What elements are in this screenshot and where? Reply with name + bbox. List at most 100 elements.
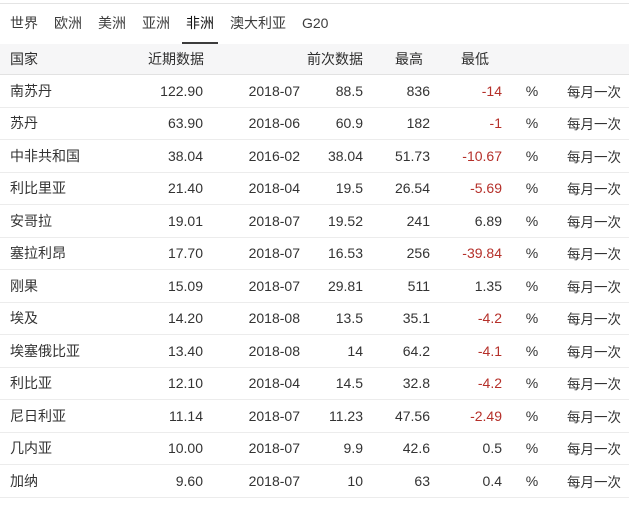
frequency-label: 每月一次 bbox=[567, 474, 621, 490]
lowest-value: -5.69 bbox=[470, 180, 502, 197]
table-row[interactable]: 利比亚 12.10 2018-04 14.5 32.8 -4.2 % 每月一次 bbox=[0, 367, 629, 400]
region-tab-0[interactable]: 世界 bbox=[6, 4, 42, 44]
table-row[interactable]: 中非共和国 38.04 2016-02 38.04 51.73 -10.67 %… bbox=[0, 140, 629, 173]
table-row[interactable]: 刚果 15.09 2018-07 29.81 511 1.35 % 每月一次 bbox=[0, 270, 629, 303]
recent-value: 9.60 bbox=[175, 472, 203, 489]
table-row[interactable]: 埃及 14.20 2018-08 13.5 35.1 -4.2 % 每月一次 bbox=[0, 302, 629, 335]
previous-value: 16.53 bbox=[327, 245, 363, 262]
country-link[interactable]: 利比亚 bbox=[0, 373, 148, 393]
country-link[interactable]: 埃塞俄比亚 bbox=[0, 341, 148, 361]
unit-label: % bbox=[525, 342, 539, 359]
table-row[interactable]: 塞拉利昂 17.70 2018-07 16.53 256 -39.84 % 每月… bbox=[0, 237, 629, 270]
region-tab-4[interactable]: 非洲 bbox=[182, 4, 218, 44]
reference-date: 2016-02 bbox=[248, 147, 300, 164]
reference-date: 2018-07 bbox=[248, 440, 300, 457]
country-link[interactable]: 埃及 bbox=[0, 308, 148, 328]
frequency-label: 每月一次 bbox=[567, 377, 621, 393]
unit-label: % bbox=[525, 310, 539, 327]
frequency-label: 每月一次 bbox=[567, 117, 621, 133]
highest-value: 511 bbox=[407, 277, 430, 294]
region-tab-2[interactable]: 美洲 bbox=[94, 4, 130, 44]
reference-date: 2018-07 bbox=[248, 212, 300, 229]
recent-value: 11.14 bbox=[169, 407, 203, 424]
lowest-value: 6.89 bbox=[474, 212, 502, 229]
region-tab-3[interactable]: 亚洲 bbox=[138, 4, 174, 44]
highest-value: 42.6 bbox=[402, 440, 430, 457]
lowest-value: -2.49 bbox=[470, 407, 502, 424]
reference-date: 2018-07 bbox=[248, 407, 300, 424]
country-link[interactable]: 南苏丹 bbox=[0, 81, 148, 101]
country-link[interactable]: 塞拉利昂 bbox=[0, 243, 148, 263]
highest-value: 47.56 bbox=[394, 407, 430, 424]
frequency-label: 每月一次 bbox=[567, 84, 621, 100]
header-highest: 最高 bbox=[395, 51, 423, 67]
recent-value: 15.09 bbox=[167, 277, 203, 294]
region-tab-label: 欧洲 bbox=[54, 15, 82, 31]
previous-value: 19.5 bbox=[335, 180, 363, 197]
reference-date: 2018-08 bbox=[248, 310, 300, 327]
frequency-label: 每月一次 bbox=[567, 279, 621, 295]
reference-date: 2018-04 bbox=[248, 180, 300, 197]
economic-indicators-page: 世界 欧洲 美洲 亚洲 非洲 澳大利亚 G20 国家 近期数据 前次数据 最高 … bbox=[0, 0, 629, 506]
region-tab-6[interactable]: G20 bbox=[298, 4, 332, 44]
reference-date: 2018-07 bbox=[248, 277, 300, 294]
table-row[interactable]: 埃塞俄比亚 13.40 2018-08 14 64.2 -4.1 % 每月一次 bbox=[0, 335, 629, 368]
table-row[interactable]: 尼日利亚 11.14 2018-07 11.23 47.56 -2.49 % 每… bbox=[0, 400, 629, 433]
previous-value: 13.5 bbox=[335, 310, 363, 327]
table-row[interactable]: 苏丹 63.90 2018-06 60.9 182 -1 % 每月一次 bbox=[0, 107, 629, 140]
country-link[interactable]: 加纳 bbox=[0, 471, 148, 491]
region-tab-1[interactable]: 欧洲 bbox=[50, 4, 86, 44]
recent-value: 63.90 bbox=[167, 115, 203, 132]
previous-value: 10 bbox=[347, 472, 363, 489]
highest-value: 63 bbox=[414, 472, 430, 489]
unit-label: % bbox=[525, 407, 539, 424]
header-recent: 近期数据 bbox=[148, 51, 204, 67]
header-country: 国家 bbox=[10, 51, 38, 67]
highest-value: 35.1 bbox=[402, 310, 430, 327]
frequency-label: 每月一次 bbox=[567, 182, 621, 198]
unit-label: % bbox=[525, 375, 539, 392]
reference-date: 2018-08 bbox=[248, 342, 300, 359]
table-row[interactable]: 加纳 9.60 2018-07 10 63 0.4 % 每月一次 bbox=[0, 465, 629, 498]
highest-value: 241 bbox=[406, 212, 430, 229]
frequency-label: 每月一次 bbox=[567, 312, 621, 328]
country-link[interactable]: 安哥拉 bbox=[0, 211, 148, 231]
country-link[interactable]: 利比里亚 bbox=[0, 178, 148, 198]
unit-label: % bbox=[525, 277, 539, 294]
highest-value: 51.73 bbox=[394, 147, 430, 164]
recent-value: 17.70 bbox=[167, 245, 203, 262]
header-lowest: 最低 bbox=[461, 51, 489, 67]
region-tab-label: 非洲 bbox=[186, 15, 214, 31]
previous-value: 14.5 bbox=[335, 375, 363, 392]
recent-value: 38.04 bbox=[167, 147, 203, 164]
country-link[interactable]: 几内亚 bbox=[0, 438, 148, 458]
table-row[interactable]: 利比里亚 21.40 2018-04 19.5 26.54 -5.69 % 每月… bbox=[0, 172, 629, 205]
country-link[interactable]: 尼日利亚 bbox=[0, 406, 148, 426]
frequency-label: 每月一次 bbox=[567, 442, 621, 458]
recent-value: 122.90 bbox=[160, 82, 203, 99]
highest-value: 836 bbox=[406, 82, 430, 99]
reference-date: 2018-04 bbox=[248, 375, 300, 392]
lowest-value: -10.67 bbox=[462, 147, 502, 164]
recent-value: 13.40 bbox=[167, 342, 203, 359]
region-tab-label: 世界 bbox=[10, 15, 38, 31]
unit-label: % bbox=[525, 212, 539, 229]
region-tabs: 世界 欧洲 美洲 亚洲 非洲 澳大利亚 G20 bbox=[0, 4, 629, 44]
reference-date: 2018-07 bbox=[248, 82, 300, 99]
country-link[interactable]: 刚果 bbox=[0, 276, 148, 296]
country-link[interactable]: 中非共和国 bbox=[0, 146, 148, 166]
unit-label: % bbox=[525, 82, 539, 99]
reference-date: 2018-06 bbox=[248, 115, 300, 132]
frequency-label: 每月一次 bbox=[567, 214, 621, 230]
table-row[interactable]: 南苏丹 122.90 2018-07 88.5 836 -14 % 每月一次 bbox=[0, 75, 629, 108]
country-link[interactable]: 苏丹 bbox=[0, 113, 148, 133]
unit-label: % bbox=[525, 115, 539, 132]
region-tab-5[interactable]: 澳大利亚 bbox=[226, 4, 290, 44]
highest-value: 64.2 bbox=[402, 342, 430, 359]
recent-value: 19.01 bbox=[167, 212, 203, 229]
lowest-value: -4.2 bbox=[477, 310, 502, 327]
table-row[interactable]: 安哥拉 19.01 2018-07 19.52 241 6.89 % 每月一次 bbox=[0, 205, 629, 238]
region-tab-label: 美洲 bbox=[98, 15, 126, 31]
table-row[interactable]: 几内亚 10.00 2018-07 9.9 42.6 0.5 % 每月一次 bbox=[0, 432, 629, 465]
recent-value: 12.10 bbox=[167, 375, 203, 392]
